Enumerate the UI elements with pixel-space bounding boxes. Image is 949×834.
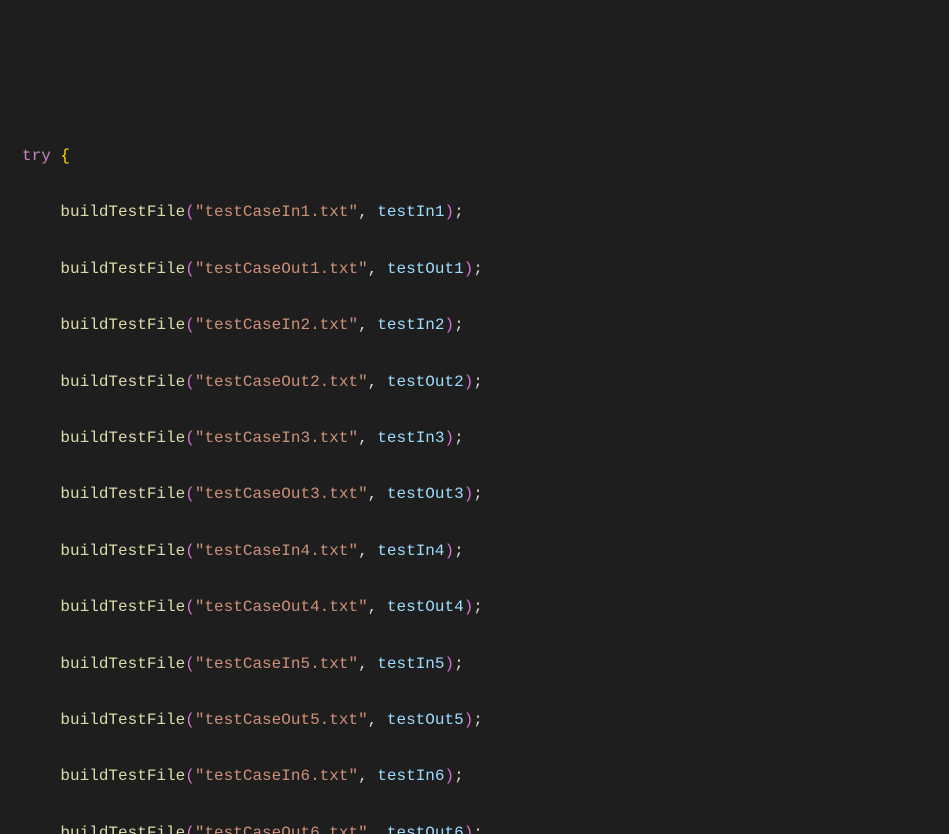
keyword-try: try (22, 147, 51, 165)
fn-buildTestFile: buildTestFile (60, 767, 185, 785)
code-line[interactable]: buildTestFile("testCaseOut6.txt", testOu… (0, 819, 949, 834)
fn-buildTestFile: buildTestFile (60, 598, 185, 616)
string-literal: "testCaseOut2.txt" (195, 373, 368, 391)
identifier: testOut2 (387, 373, 464, 391)
code-line[interactable]: buildTestFile("testCaseIn5.txt", testIn5… (0, 650, 949, 678)
identifier: testOut3 (387, 485, 464, 503)
string-literal: "testCaseOut3.txt" (195, 485, 368, 503)
fn-buildTestFile: buildTestFile (60, 824, 185, 834)
string-literal: "testCaseIn4.txt" (195, 542, 358, 560)
identifier: testOut5 (387, 711, 464, 729)
fn-buildTestFile: buildTestFile (60, 711, 185, 729)
code-line[interactable]: buildTestFile("testCaseIn2.txt", testIn2… (0, 311, 949, 339)
identifier: testIn6 (377, 767, 444, 785)
code-line[interactable]: buildTestFile("testCaseOut5.txt", testOu… (0, 706, 949, 734)
fn-buildTestFile: buildTestFile (60, 429, 185, 447)
code-line[interactable]: buildTestFile("testCaseOut3.txt", testOu… (0, 480, 949, 508)
code-line[interactable]: buildTestFile("testCaseIn6.txt", testIn6… (0, 762, 949, 790)
fn-buildTestFile: buildTestFile (60, 373, 185, 391)
identifier: testIn5 (377, 655, 444, 673)
string-literal: "testCaseOut4.txt" (195, 598, 368, 616)
fn-buildTestFile: buildTestFile (60, 260, 185, 278)
identifier: testOut4 (387, 598, 464, 616)
string-literal: "testCaseIn5.txt" (195, 655, 358, 673)
string-literal: "testCaseOut6.txt" (195, 824, 368, 834)
identifier: testIn1 (377, 203, 444, 221)
string-literal: "testCaseOut1.txt" (195, 260, 368, 278)
identifier: testOut6 (387, 824, 464, 834)
identifier: testIn2 (377, 316, 444, 334)
code-line[interactable]: buildTestFile("testCaseIn3.txt", testIn3… (0, 424, 949, 452)
code-line[interactable]: buildTestFile("testCaseOut4.txt", testOu… (0, 593, 949, 621)
string-literal: "testCaseIn6.txt" (195, 767, 358, 785)
code-line[interactable]: buildTestFile("testCaseIn1.txt", testIn1… (0, 198, 949, 226)
code-line[interactable]: buildTestFile("testCaseOut2.txt", testOu… (0, 368, 949, 396)
identifier: testIn4 (377, 542, 444, 560)
fn-buildTestFile: buildTestFile (60, 316, 185, 334)
string-literal: "testCaseIn2.txt" (195, 316, 358, 334)
string-literal: "testCaseIn3.txt" (195, 429, 358, 447)
identifier: testOut1 (387, 260, 464, 278)
string-literal: "testCaseOut5.txt" (195, 711, 368, 729)
fn-buildTestFile: buildTestFile (60, 485, 185, 503)
string-literal: "testCaseIn1.txt" (195, 203, 358, 221)
code-line[interactable]: buildTestFile("testCaseIn4.txt", testIn4… (0, 537, 949, 565)
identifier: testIn3 (377, 429, 444, 447)
code-line[interactable]: buildTestFile("testCaseOut1.txt", testOu… (0, 255, 949, 283)
fn-buildTestFile: buildTestFile (60, 655, 185, 673)
code-line[interactable]: try { (0, 142, 949, 170)
code-editor[interactable]: try { buildTestFile("testCaseIn1.txt", t… (0, 114, 949, 834)
fn-buildTestFile: buildTestFile (60, 542, 185, 560)
fn-buildTestFile: buildTestFile (60, 203, 185, 221)
